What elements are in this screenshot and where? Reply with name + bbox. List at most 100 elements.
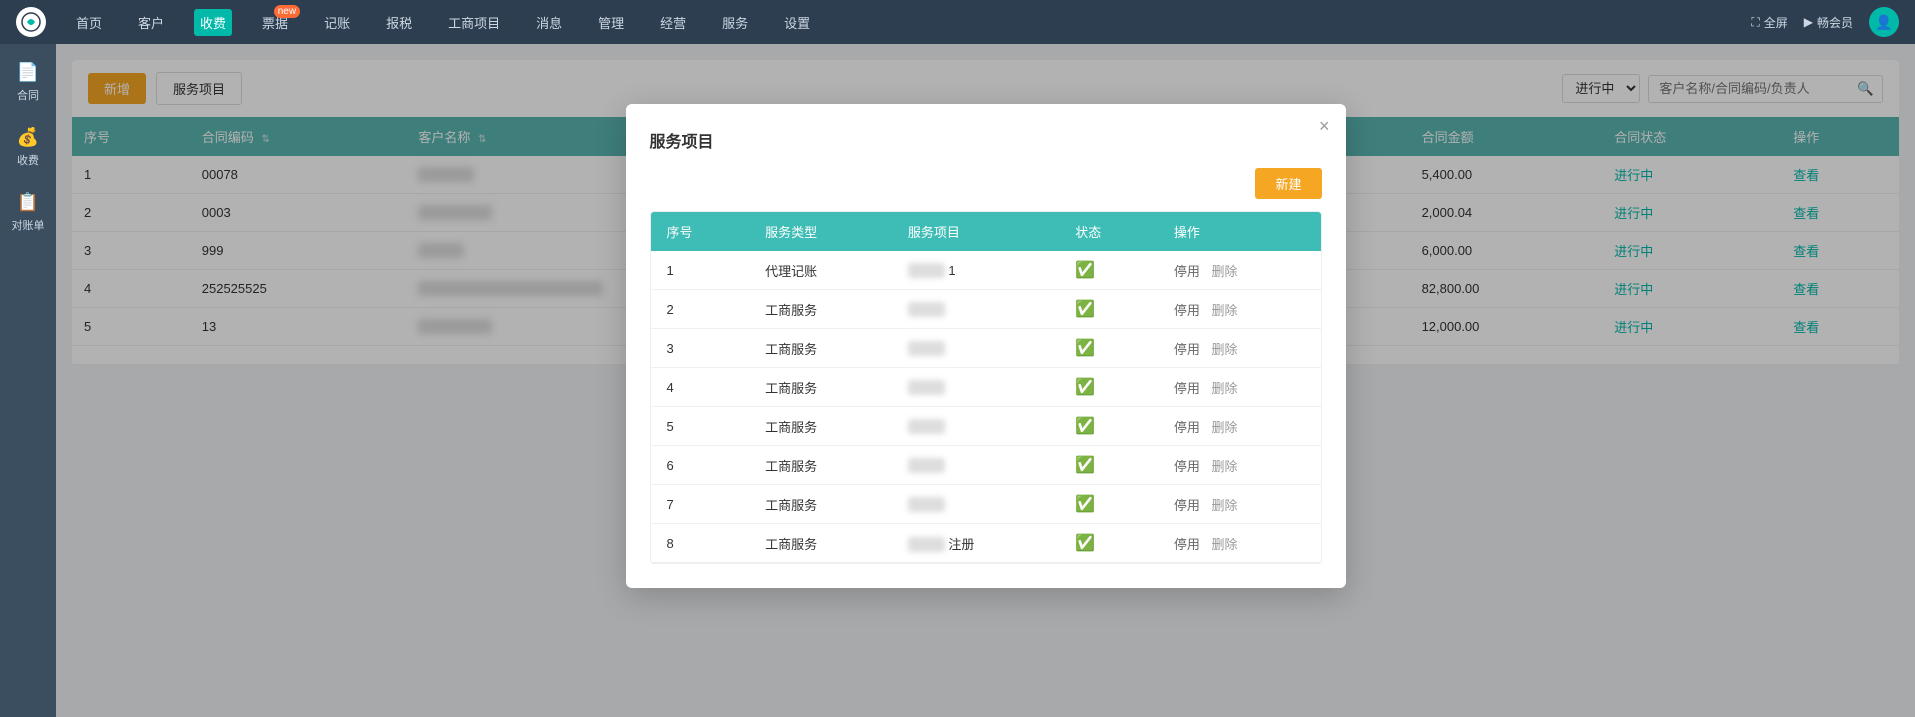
nav-invoice[interactable]: 票据 new bbox=[256, 9, 294, 36]
list-item: 6 工商服务 ████ ✅ 停用 删除 bbox=[651, 446, 1321, 485]
nav-settings[interactable]: 设置 bbox=[778, 9, 816, 36]
fee-icon: 💰 bbox=[17, 127, 39, 148]
modal-row-actions: 停用 删除 bbox=[1158, 407, 1321, 446]
delete-button[interactable]: 删除 bbox=[1212, 459, 1238, 474]
sidebar-item-fee[interactable]: 💰 收费 bbox=[0, 119, 56, 176]
nav-bookkeeping[interactable]: 记账 bbox=[318, 9, 356, 36]
status-check-icon: ✅ bbox=[1075, 496, 1095, 513]
nav-tax[interactable]: 报税 bbox=[380, 9, 418, 36]
modal-row-status: ✅ bbox=[1059, 524, 1158, 563]
stop-button[interactable]: 停用 bbox=[1174, 264, 1200, 279]
modal-row-type: 工商服务 bbox=[749, 368, 892, 407]
modal-close-button[interactable]: × bbox=[1319, 116, 1330, 137]
delete-button[interactable]: 删除 bbox=[1212, 264, 1238, 279]
fullscreen-icon: ⛶ bbox=[1751, 15, 1759, 30]
modal-row-actions: 停用 删除 bbox=[1158, 446, 1321, 485]
modal-row-status: ✅ bbox=[1059, 368, 1158, 407]
delete-button[interactable]: 删除 bbox=[1212, 420, 1238, 435]
modal-col-action: 操作 bbox=[1158, 212, 1321, 251]
modal-title: 服务项目 bbox=[650, 128, 1322, 152]
modal-row-no: 7 bbox=[651, 485, 750, 524]
main-layout: 📄 合同 💰 收费 📋 对账单 新增 服务项目 进行中 已结束 全部 bbox=[0, 44, 1915, 717]
nav-service[interactable]: 服务 bbox=[716, 9, 754, 36]
modal-row-status: ✅ bbox=[1059, 251, 1158, 290]
list-item: 5 工商服务 ████ ✅ 停用 删除 bbox=[651, 407, 1321, 446]
modal-row-actions: 停用 删除 bbox=[1158, 485, 1321, 524]
modal-row-actions: 停用 删除 bbox=[1158, 251, 1321, 290]
app-logo[interactable] bbox=[16, 7, 46, 37]
modal-row-no: 4 bbox=[651, 368, 750, 407]
stop-button[interactable]: 停用 bbox=[1174, 342, 1200, 357]
reconcile-icon: 📋 bbox=[17, 192, 39, 213]
nav-business[interactable]: 工商项目 bbox=[442, 9, 506, 36]
contract-icon: 📄 bbox=[17, 62, 39, 83]
modal-row-type: 工商服务 bbox=[749, 485, 892, 524]
modal-new-button[interactable]: 新建 bbox=[1255, 168, 1321, 199]
modal-row-item: ████ bbox=[892, 329, 1059, 368]
nav-message[interactable]: 消息 bbox=[530, 9, 568, 36]
stop-button[interactable]: 停用 bbox=[1174, 459, 1200, 474]
modal-toolbar: 新建 bbox=[650, 168, 1322, 199]
service-item-modal: × 服务项目 新建 序号 服务类型 服务项目 状态 操作 bbox=[626, 104, 1346, 588]
nav-fee[interactable]: 收费 bbox=[194, 9, 232, 36]
delete-button[interactable]: 删除 bbox=[1212, 303, 1238, 318]
delete-button[interactable]: 删除 bbox=[1212, 498, 1238, 513]
modal-row-no: 5 bbox=[651, 407, 750, 446]
service-item-table-wrap[interactable]: 序号 服务类型 服务项目 状态 操作 1 代理记账 ████ 1 bbox=[650, 211, 1322, 564]
modal-row-item: ████ bbox=[892, 407, 1059, 446]
modal-row-type: 工商服务 bbox=[749, 407, 892, 446]
modal-row-item: ████ bbox=[892, 485, 1059, 524]
user-avatar[interactable]: 👤 bbox=[1869, 7, 1899, 37]
status-check-icon: ✅ bbox=[1075, 535, 1095, 552]
avatar-icon: 👤 bbox=[1875, 14, 1892, 31]
modal-row-item: ████ 1 bbox=[892, 251, 1059, 290]
modal-row-type: 工商服务 bbox=[749, 446, 892, 485]
modal-col-item: 服务项目 bbox=[892, 212, 1059, 251]
modal-row-type: 工商服务 bbox=[749, 290, 892, 329]
delete-button[interactable]: 删除 bbox=[1212, 537, 1238, 552]
modal-row-actions: 停用 删除 bbox=[1158, 368, 1321, 407]
modal-backdrop: × 服务项目 新建 序号 服务类型 服务项目 状态 操作 bbox=[56, 44, 1915, 717]
fullscreen-btn[interactable]: ⛶ 全屏 bbox=[1751, 14, 1787, 31]
modal-row-no: 6 bbox=[651, 446, 750, 485]
modal-row-actions: 停用 删除 bbox=[1158, 290, 1321, 329]
vip-btn[interactable]: ▶ 畅会员 bbox=[1804, 14, 1853, 31]
status-check-icon: ✅ bbox=[1075, 457, 1095, 474]
left-sidebar: 📄 合同 💰 收费 📋 对账单 bbox=[0, 44, 56, 717]
modal-row-type: 工商服务 bbox=[749, 524, 892, 563]
modal-row-item: ████ bbox=[892, 368, 1059, 407]
stop-button[interactable]: 停用 bbox=[1174, 537, 1200, 552]
sidebar-item-reconcile[interactable]: 📋 对账单 bbox=[0, 184, 56, 241]
modal-row-no: 3 bbox=[651, 329, 750, 368]
nav-manage[interactable]: 管理 bbox=[592, 9, 630, 36]
status-check-icon: ✅ bbox=[1075, 418, 1095, 435]
list-item: 2 工商服务 ████ ✅ 停用 删除 bbox=[651, 290, 1321, 329]
modal-col-type: 服务类型 bbox=[749, 212, 892, 251]
service-item-table: 序号 服务类型 服务项目 状态 操作 1 代理记账 ████ 1 bbox=[651, 212, 1321, 563]
nav-home[interactable]: 首页 bbox=[70, 9, 108, 36]
modal-row-type: 工商服务 bbox=[749, 329, 892, 368]
delete-button[interactable]: 删除 bbox=[1212, 381, 1238, 396]
content-area: 新增 服务项目 进行中 已结束 全部 🔍 bbox=[56, 44, 1915, 717]
modal-row-no: 8 bbox=[651, 524, 750, 563]
modal-row-item: ████ bbox=[892, 446, 1059, 485]
sidebar-item-contract[interactable]: 📄 合同 bbox=[0, 54, 56, 111]
top-nav-right: ⛶ 全屏 ▶ 畅会员 👤 bbox=[1751, 7, 1899, 37]
stop-button[interactable]: 停用 bbox=[1174, 498, 1200, 513]
nav-customer[interactable]: 客户 bbox=[132, 9, 170, 36]
modal-row-no: 1 bbox=[651, 251, 750, 290]
modal-row-item: ████ bbox=[892, 290, 1059, 329]
modal-col-status: 状态 bbox=[1059, 212, 1158, 251]
status-check-icon: ✅ bbox=[1075, 379, 1095, 396]
stop-button[interactable]: 停用 bbox=[1174, 303, 1200, 318]
vip-icon: ▶ bbox=[1804, 15, 1813, 29]
list-item: 8 工商服务 ████ 注册 ✅ 停用 删除 bbox=[651, 524, 1321, 563]
modal-row-type: 代理记账 bbox=[749, 251, 892, 290]
status-check-icon: ✅ bbox=[1075, 301, 1095, 318]
modal-row-status: ✅ bbox=[1059, 329, 1158, 368]
stop-button[interactable]: 停用 bbox=[1174, 420, 1200, 435]
delete-button[interactable]: 删除 bbox=[1212, 342, 1238, 357]
status-check-icon: ✅ bbox=[1075, 262, 1095, 279]
nav-business2[interactable]: 经营 bbox=[654, 9, 692, 36]
stop-button[interactable]: 停用 bbox=[1174, 381, 1200, 396]
